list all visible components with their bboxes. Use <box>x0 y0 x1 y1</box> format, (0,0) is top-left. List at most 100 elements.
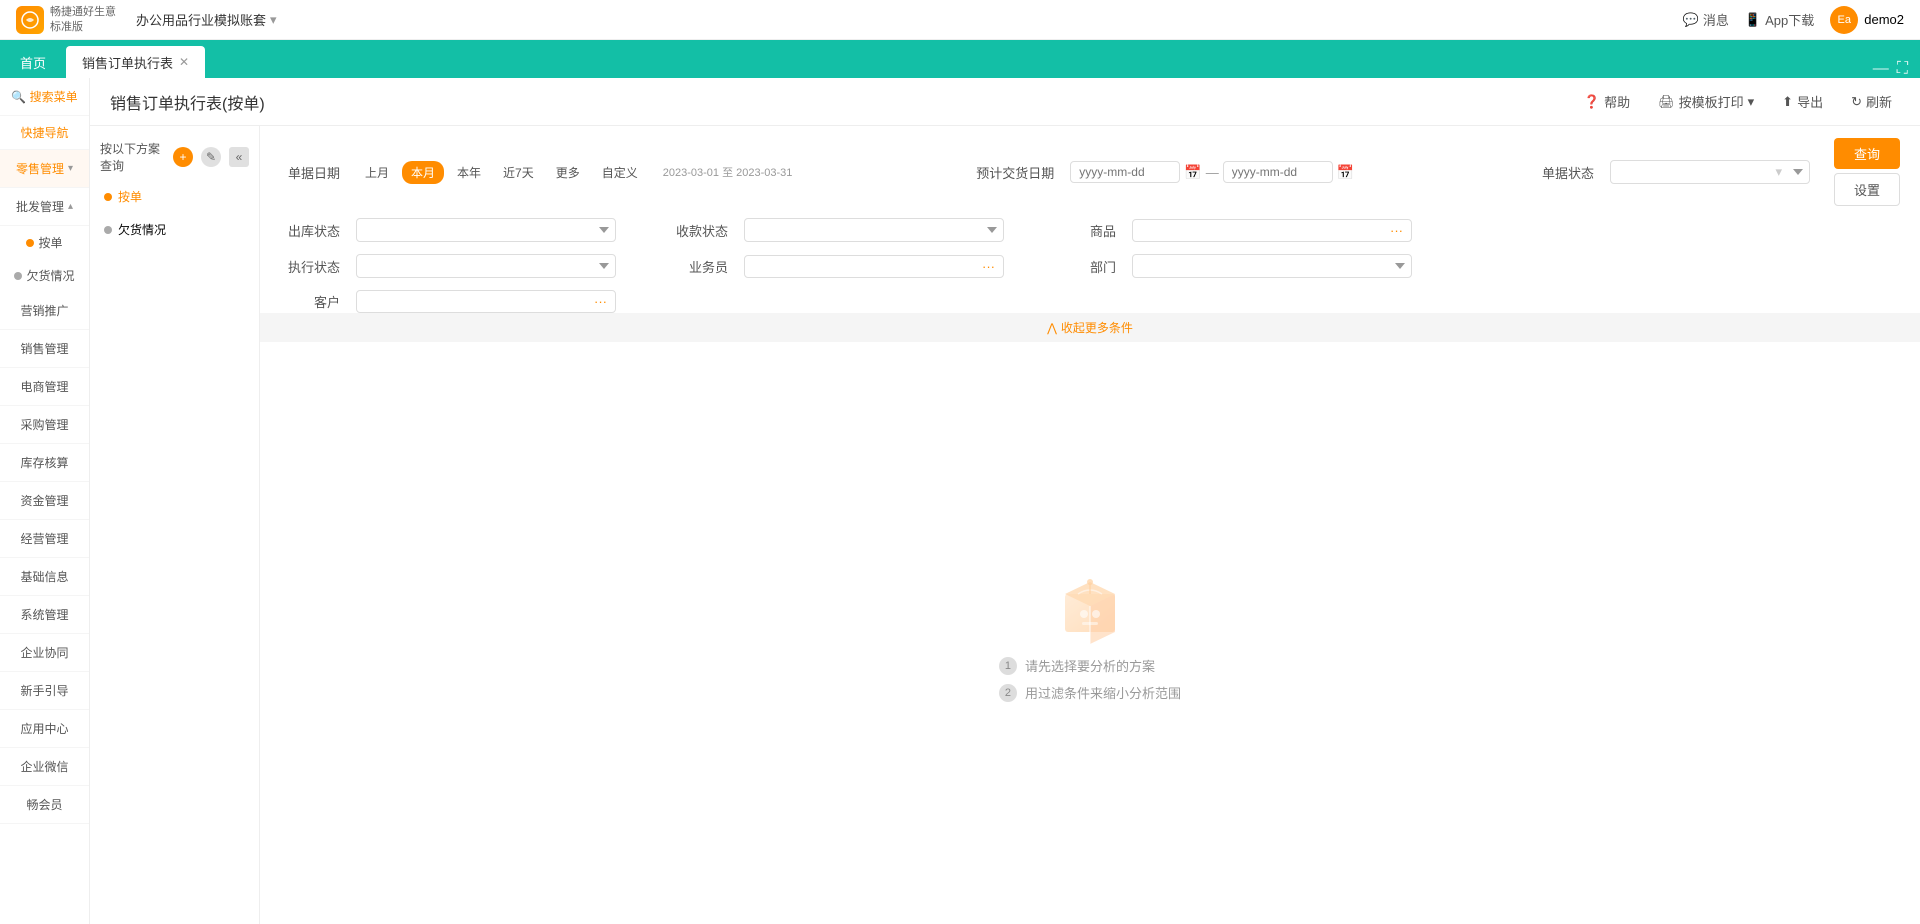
goods-label: 商品 <box>1056 221 1116 240</box>
scheme-item-order[interactable]: 按单 <box>90 180 259 213</box>
collapse-bar[interactable]: ⋀ 收起更多条件 <box>260 313 1920 342</box>
out-stock-select[interactable] <box>356 218 616 242</box>
sidebar-item-newbie[interactable]: 新手引导 <box>0 672 89 710</box>
print-dropdown-icon: ▾ <box>1748 94 1755 110</box>
exec-status-select[interactable] <box>356 254 616 278</box>
home-tab-label: 首页 <box>20 53 46 72</box>
refresh-button[interactable]: ↻ 刷新 <box>1843 88 1900 115</box>
customer-label: 客户 <box>280 292 340 311</box>
sidebar-item-wechat[interactable]: 企业微信 <box>0 748 89 786</box>
sidebar-item-member[interactable]: 畅会员 <box>0 786 89 824</box>
expected-date-label: 预计交货日期 <box>976 163 1054 182</box>
salesperson-input-wrapper: ··· <box>744 255 1004 278</box>
sidebar-item-marketing[interactable]: 营销推广 <box>0 292 89 330</box>
page-header-actions: ❓ 帮助 🖨 按模板打印 ▾ ⬆ 导出 ↻ 刷新 <box>1576 88 1900 115</box>
tab-close-icon[interactable]: ✕ <box>179 55 189 69</box>
filter-body: 单据日期 上月 本月 本年 近7天 更多 自定义 2023-03-01 至 20… <box>260 126 1920 313</box>
logo-area: 畅捷通好生意 标准版 <box>16 5 116 34</box>
message-icon: 💬 <box>1683 12 1699 28</box>
sidebar-item-retail[interactable]: 零售管理 ▾ <box>0 150 89 188</box>
breadcrumb-dropdown-icon[interactable]: ▾ <box>270 12 277 28</box>
sidebar-item-wholesale[interactable]: 批发管理 ▴ <box>0 188 89 226</box>
page-title: 销售订单执行表(按单) <box>110 90 265 114</box>
main-layout: 🔍 搜索菜单 快捷导航 零售管理 ▾ 批发管理 ▴ 按单 欠货情况 营销推广 销… <box>0 78 1920 924</box>
tip-number-2: 2 <box>999 684 1017 702</box>
expected-date-end[interactable] <box>1223 161 1333 183</box>
tab-minimize-icon[interactable]: — <box>1873 60 1889 78</box>
empty-tip-1: 1 请先选择要分析的方案 <box>999 656 1181 675</box>
filter-section: 单据日期 上月 本月 本年 近7天 更多 自定义 2023-03-01 至 20… <box>260 126 1920 924</box>
sidebar-item-ecommerce[interactable]: 电商管理 <box>0 368 89 406</box>
date-btn-7days[interactable]: 近7天 <box>494 161 543 184</box>
sidebar-item-finance[interactable]: 资金管理 <box>0 482 89 520</box>
order-dot-icon <box>26 239 34 247</box>
scheme-item-debt[interactable]: 欠货情况 <box>90 213 259 246</box>
print-icon: 🖨 <box>1658 94 1675 110</box>
app-icon: 📱 <box>1745 12 1761 28</box>
message-button[interactable]: 💬 消息 <box>1683 10 1729 29</box>
user-avatar-area[interactable]: Ea demo2 <box>1830 6 1904 34</box>
status-select-wrapper: ▾ <box>1610 160 1810 184</box>
empty-state-icon <box>1050 564 1130 644</box>
refresh-icon: ↻ <box>1851 94 1862 110</box>
empty-state: 1 请先选择要分析的方案 2 用过滤条件来缩小分析范围 <box>260 342 1920 924</box>
settings-button[interactable]: 设置 <box>1834 173 1900 206</box>
goods-input-wrapper: ··· <box>1132 219 1412 242</box>
print-button[interactable]: 🖨 按模板打印 ▾ <box>1650 88 1762 115</box>
sidebar-item-operations[interactable]: 经营管理 <box>0 520 89 558</box>
date-btn-this-year[interactable]: 本年 <box>448 161 490 184</box>
date-calendar-icon-2: 📅 <box>1337 164 1354 181</box>
top-bar-right: 💬 消息 📱 App下载 Ea demo2 <box>1683 6 1904 34</box>
goods-ellipsis-btn[interactable]: ··· <box>1390 223 1403 238</box>
sidebar-item-sales[interactable]: 销售管理 <box>0 330 89 368</box>
tab-home[interactable]: 首页 <box>4 46 62 78</box>
dept-label: 部门 <box>1056 257 1116 276</box>
salesperson-ellipsis-btn[interactable]: ··· <box>982 259 995 274</box>
sidebar-sub-order[interactable]: 按单 <box>0 226 89 259</box>
logo-icon <box>16 6 44 34</box>
tip-number-1: 1 <box>999 657 1017 675</box>
out-stock-label: 出库状态 <box>280 221 340 240</box>
sidebar-item-system[interactable]: 系统管理 <box>0 596 89 634</box>
scheme-edit-button[interactable]: ✎ <box>201 147 221 167</box>
dept-select[interactable] <box>1132 254 1412 278</box>
date-quick-group: 上月 本月 本年 近7天 更多 自定义 <box>356 161 647 184</box>
sidebar: 🔍 搜索菜单 快捷导航 零售管理 ▾ 批发管理 ▴ 按单 欠货情况 营销推广 销… <box>0 78 90 924</box>
sidebar-item-app-center[interactable]: 应用中心 <box>0 710 89 748</box>
sidebar-sub-debt[interactable]: 欠货情况 <box>0 259 89 292</box>
top-bar-left: 畅捷通好生意 标准版 办公用品行业模拟账套 ▾ <box>16 5 277 34</box>
query-button[interactable]: 查询 <box>1834 138 1900 169</box>
empty-tips: 1 请先选择要分析的方案 2 用过滤条件来缩小分析范围 <box>999 656 1181 702</box>
avatar: Ea <box>1830 6 1858 34</box>
scheme-collapse-button[interactable]: « <box>229 147 249 167</box>
sidebar-search[interactable]: 🔍 搜索菜单 <box>0 78 89 116</box>
query-buttons: 查询 设置 <box>1834 138 1900 206</box>
date-btn-custom[interactable]: 自定义 <box>593 161 647 184</box>
date-btn-this-month[interactable]: 本月 <box>402 161 444 184</box>
salesperson-label: 业务员 <box>668 257 728 276</box>
collect-select[interactable] <box>744 218 1004 242</box>
export-button[interactable]: ⬆ 导出 <box>1774 88 1831 115</box>
date-btn-more[interactable]: 更多 <box>547 161 589 184</box>
tab-maximize-icon[interactable]: ⛶ <box>1897 60 1908 78</box>
sidebar-quick-nav[interactable]: 快捷导航 <box>0 116 89 150</box>
tab-sales-order[interactable]: 销售订单执行表 ✕ <box>66 46 205 78</box>
sidebar-item-inventory[interactable]: 库存核算 <box>0 444 89 482</box>
collect-label: 收款状态 <box>668 221 728 240</box>
sidebar-item-enterprise[interactable]: 企业协同 <box>0 634 89 672</box>
sidebar-item-purchase[interactable]: 采购管理 <box>0 406 89 444</box>
app-download-button[interactable]: 📱 App下载 <box>1745 10 1814 29</box>
date-btn-last-month[interactable]: 上月 <box>356 161 398 184</box>
filter-row-2: 出库状态 收款状态 商品 ··· <box>280 218 1900 242</box>
scheme-panel-header: 按以下方案查询 + ✎ « <box>90 134 259 180</box>
sidebar-item-basic[interactable]: 基础信息 <box>0 558 89 596</box>
help-button[interactable]: ❓ 帮助 <box>1576 88 1638 115</box>
customer-ellipsis-btn[interactable]: ··· <box>594 294 607 309</box>
tab-bar-actions: — ⛶ <box>1873 60 1920 78</box>
date-range-display: 2023-03-01 至 2023-03-31 <box>663 164 793 180</box>
scheme-panel: 按以下方案查询 + ✎ « 按单 欠货情况 <box>90 126 260 924</box>
filter-row-3: 执行状态 业务员 ··· 部门 <box>280 254 1900 278</box>
expected-date-start[interactable] <box>1070 161 1180 183</box>
tab-bar: 首页 销售订单执行表 ✕ — ⛶ <box>0 40 1920 78</box>
scheme-add-button[interactable]: + <box>173 147 193 167</box>
